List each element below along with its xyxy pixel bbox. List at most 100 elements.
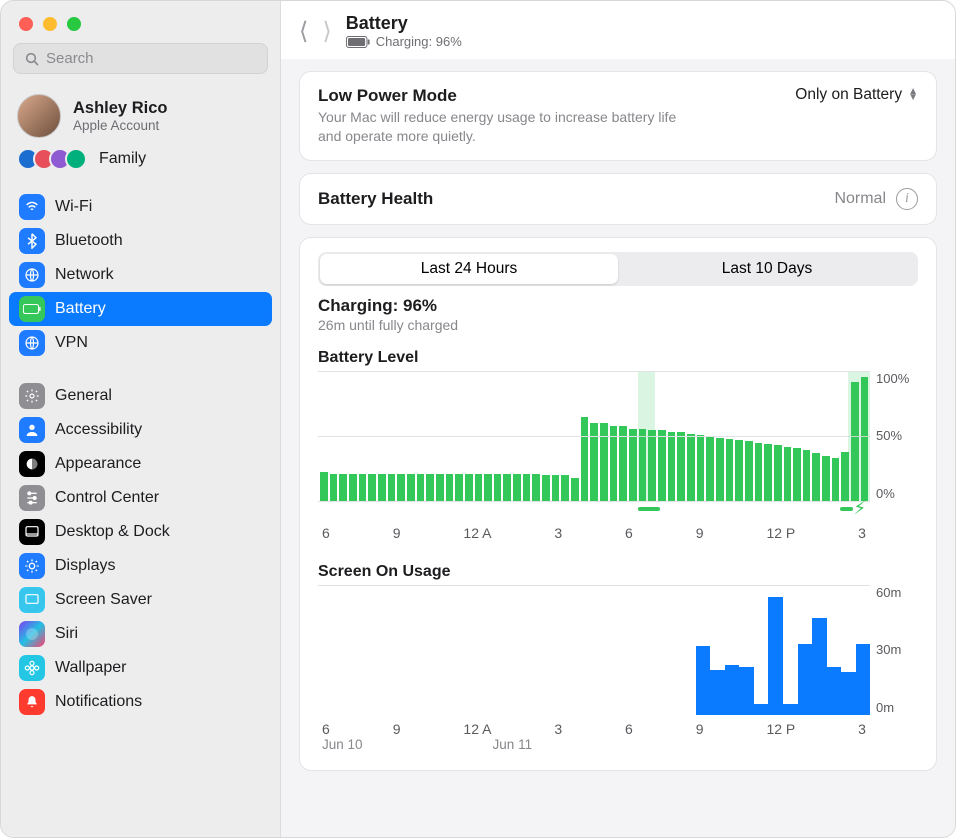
battery-bar xyxy=(561,475,569,501)
battery-level-x-axis: 6912 A36912 P3 xyxy=(318,525,870,541)
battery-bar xyxy=(388,474,396,501)
battery-bar xyxy=(706,436,714,501)
general-icon xyxy=(19,383,45,409)
sidebar-item-account[interactable]: Ashley Rico Apple Account xyxy=(1,86,280,144)
window-controls xyxy=(1,11,280,43)
battery-bar xyxy=(494,474,502,501)
sidebar-item-label: Siri xyxy=(55,625,78,643)
fullscreen-window-button[interactable] xyxy=(67,17,81,31)
sidebar-group-system: General Accessibility Appearance Control Ce… xyxy=(1,372,280,725)
account-sub: Apple Account xyxy=(73,118,167,133)
battery-health-status: Normal xyxy=(834,190,886,208)
battery-bar xyxy=(407,474,415,501)
battery-bar xyxy=(832,458,840,501)
usage-bar xyxy=(827,667,842,714)
sidebar-item-label: Control Center xyxy=(55,489,159,507)
sidebar-item-label: Accessibility xyxy=(55,421,142,439)
low-power-mode-select[interactable]: Only on Battery ▲▼ xyxy=(795,86,918,104)
usage-card: Last 24 Hours Last 10 Days Charging: 96%… xyxy=(299,237,937,771)
sidebar-group-network: Wi-FiBluetoothNetworkBatteryVPN xyxy=(1,184,280,366)
sidebar-item-wifi[interactable]: Wi-Fi xyxy=(9,190,272,224)
battery-bar xyxy=(513,474,521,501)
battery-level-chart: Battery Level 100%50%0% ⚡︎ 6912 A36912 P… xyxy=(318,349,918,541)
low-power-mode-row: Low Power Mode Your Mac will reduce ener… xyxy=(299,71,937,161)
sidebar-item-screen-saver[interactable]: Screen Saver xyxy=(9,583,272,617)
battery-bar xyxy=(629,429,637,501)
nav-forward-button[interactable]: ⟩ xyxy=(322,17,331,46)
battery-bar xyxy=(320,472,328,500)
close-window-button[interactable] xyxy=(19,17,33,31)
usage-bar xyxy=(812,618,827,715)
battery-bar xyxy=(590,423,598,500)
wifi-icon xyxy=(19,194,45,220)
battery-bar xyxy=(475,474,483,501)
select-chevrons-icon: ▲▼ xyxy=(908,89,918,101)
battery-bar xyxy=(503,474,511,501)
displays-icon xyxy=(19,553,45,579)
low-power-desc: Your Mac will reduce energy usage to inc… xyxy=(318,108,698,146)
battery-bar xyxy=(436,474,444,501)
battery-bar xyxy=(359,474,367,501)
low-power-mode-value: Only on Battery xyxy=(795,86,902,104)
usage-bar xyxy=(725,665,740,714)
sidebar-item-displays[interactable]: Displays xyxy=(9,549,272,583)
battery-bar xyxy=(687,434,695,501)
battery-bar xyxy=(368,474,376,501)
battery-level-y-axis: 100%50%0% xyxy=(876,371,916,501)
avatar xyxy=(17,94,61,138)
battery-bar xyxy=(484,474,492,501)
sidebar-item-bluetooth[interactable]: Bluetooth xyxy=(9,224,272,258)
battery-bar xyxy=(446,474,454,501)
sidebar-item-battery[interactable]: Battery xyxy=(9,292,272,326)
battery-bar xyxy=(397,474,405,501)
battery-bar xyxy=(812,453,820,501)
battery-bar xyxy=(735,440,743,501)
sidebar-item-accessibility[interactable]: Accessibility xyxy=(9,413,272,447)
sidebar-item-vpn[interactable]: VPN xyxy=(9,326,272,360)
sidebar-item-general[interactable]: General xyxy=(9,379,272,413)
battery-bar xyxy=(697,435,705,501)
battery-bar xyxy=(523,474,531,501)
screen-on-title: Screen On Usage xyxy=(318,563,918,581)
battery-bar xyxy=(349,474,357,501)
sidebar-item-appearance[interactable]: Appearance xyxy=(9,447,272,481)
account-name: Ashley Rico xyxy=(73,99,167,118)
tab-last-10-days[interactable]: Last 10 Days xyxy=(618,254,916,284)
network-icon xyxy=(19,262,45,288)
sidebar-item-control-center[interactable]: Control Center xyxy=(9,481,272,515)
appearance-icon xyxy=(19,451,45,477)
battery-bar xyxy=(726,439,734,501)
desktop-dock-icon xyxy=(19,519,45,545)
tab-last-24-hours[interactable]: Last 24 Hours xyxy=(320,254,618,284)
battery-bar xyxy=(600,423,608,500)
nav-back-button[interactable]: ⟨ xyxy=(299,17,308,46)
usage-bar xyxy=(856,644,871,715)
sidebar: Search Ashley Rico Apple Account Family … xyxy=(1,1,281,837)
battery-charging-icon xyxy=(346,36,370,48)
usage-bar xyxy=(754,704,769,715)
page-title: Battery xyxy=(346,13,462,34)
battery-health-row[interactable]: Battery Health Normal i xyxy=(299,173,937,225)
usage-bar xyxy=(798,644,813,715)
sidebar-item-family[interactable]: Family xyxy=(1,144,280,184)
charging-indicator-row: ⚡︎ xyxy=(318,503,870,519)
sidebar-item-notifications[interactable]: Notifications xyxy=(9,685,272,719)
battery-level-title: Battery Level xyxy=(318,349,918,367)
family-avatars xyxy=(17,148,87,170)
minimize-window-button[interactable] xyxy=(43,17,57,31)
battery-bar xyxy=(822,456,830,501)
info-icon[interactable]: i xyxy=(896,188,918,210)
sidebar-item-siri[interactable]: Siri xyxy=(9,617,272,651)
sidebar-item-network[interactable]: Network xyxy=(9,258,272,292)
battery-bar xyxy=(716,438,724,501)
search-input[interactable]: Search xyxy=(13,43,268,74)
time-range-segmented: Last 24 Hours Last 10 Days xyxy=(318,252,918,286)
sidebar-item-label: General xyxy=(55,387,112,405)
sidebar-item-desktop-dock[interactable]: Desktop & Dock xyxy=(9,515,272,549)
battery-level-bars xyxy=(318,371,870,501)
battery-bar xyxy=(417,474,425,501)
screen-on-chart: Screen On Usage 60m30m0m 6912 A36912 P3 … xyxy=(318,563,918,752)
sidebar-item-wallpaper[interactable]: Wallpaper xyxy=(9,651,272,685)
lightning-bolt-icon: ⚡︎ xyxy=(853,498,866,519)
usage-bar xyxy=(696,646,711,715)
